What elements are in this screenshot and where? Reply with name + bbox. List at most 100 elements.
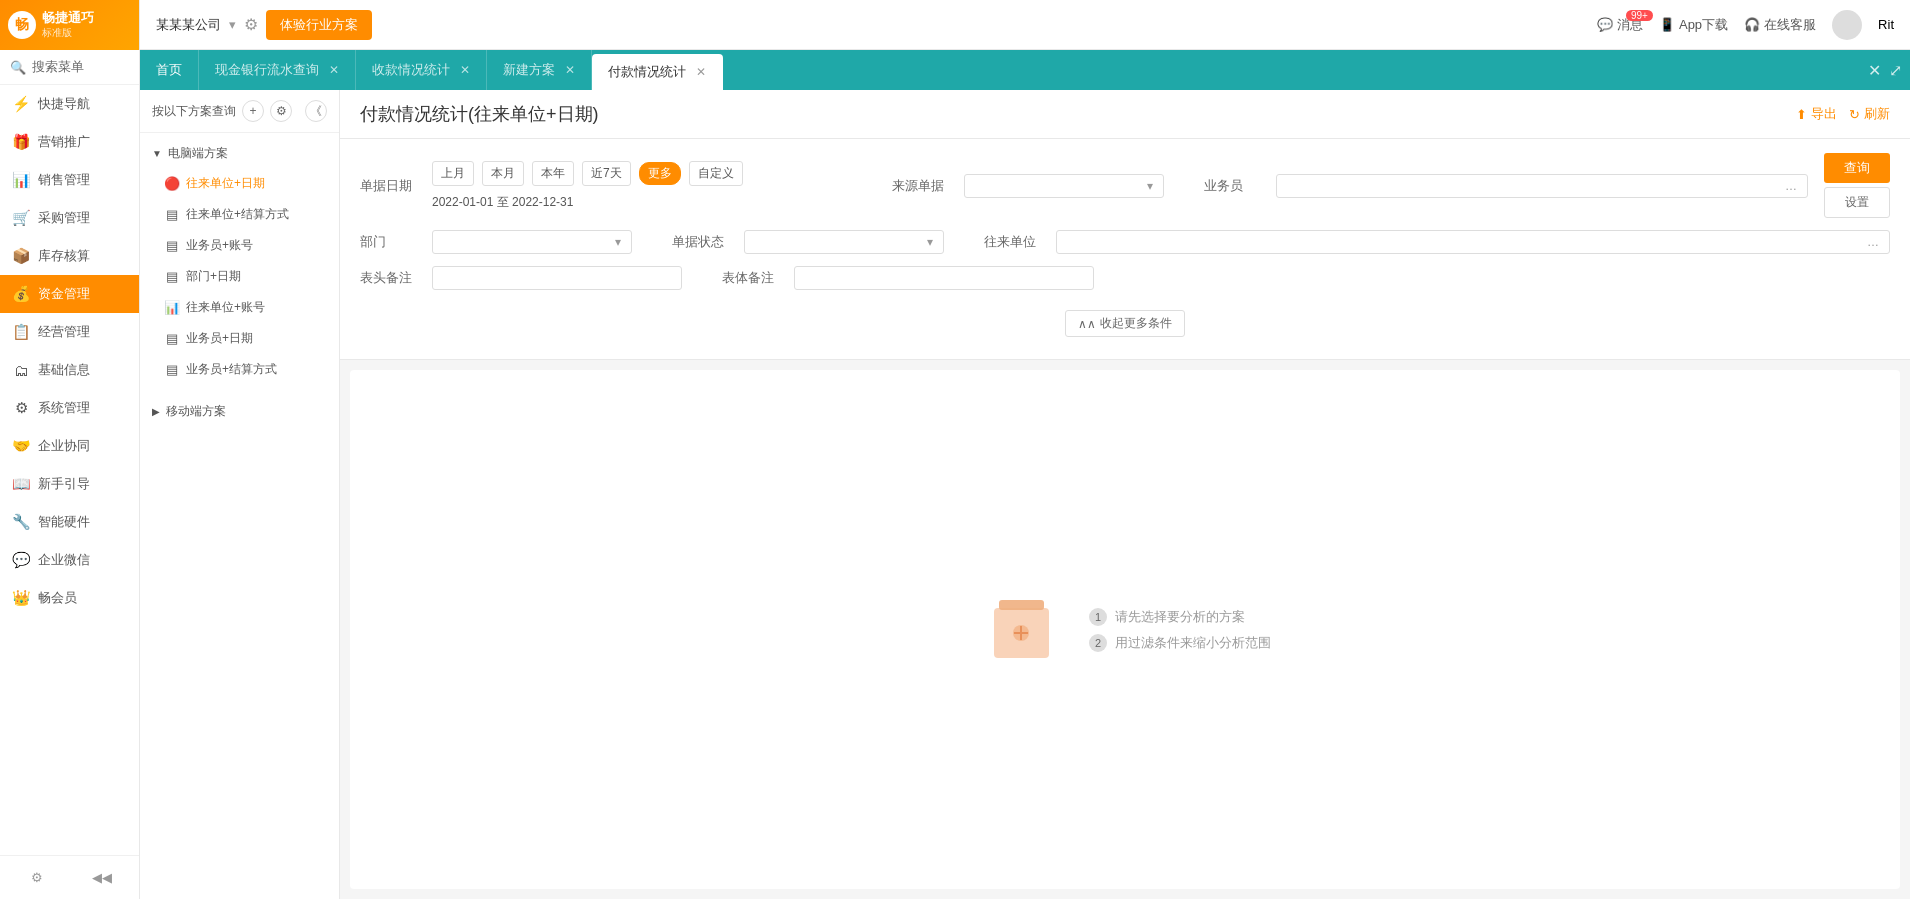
date-btn-last-month[interactable]: 上月 [432,161,474,186]
body-note-input[interactable] [794,266,1094,290]
tab-close-payout-stats[interactable]: ✕ [696,65,706,79]
tab-bank-flow[interactable]: 现金银行流水查询 ✕ [199,50,356,90]
staff-date-label: 业务员+日期 [186,330,253,347]
bill-status-arrow: ▾ [927,235,933,249]
partner-date-label: 往来单位+日期 [186,175,265,192]
system-label: 系统管理 [38,399,90,417]
scheme-item-partner-account[interactable]: 📊往来单位+账号 [140,292,339,323]
sidebar: 畅 畅捷通巧 标准版 🔍 搜索菜单 ⚡快捷导航🎁营销推广📊销售管理🛒采购管理📦库… [0,0,140,899]
scheme-item-dept-date[interactable]: ▤部门+日期 [140,261,339,292]
staff-settle-label: 业务员+结算方式 [186,361,277,378]
empty-icon [979,590,1059,670]
expand-btn[interactable]: ⤢ [1889,61,1902,80]
sidebar-nav: ⚡快捷导航🎁营销推广📊销售管理🛒采购管理📦库存核算💰资金管理📋经营管理🗂基础信息… [0,85,139,617]
tab-label-bank-flow: 现金银行流水查询 [215,61,319,79]
page-header-actions: ⬆ 导出 ↻ 刷新 [1796,105,1890,123]
tab-home[interactable]: 首页 [140,50,199,90]
tab-payout-stats[interactable]: 付款情况统计✕ [592,54,723,90]
enterprise-icon: 🤝 [12,437,30,455]
tab-label-home: 首页 [156,61,182,79]
sidebar-settings-btn[interactable]: ⚙ [8,864,66,891]
bill-status-label: 单据状态 [672,233,728,251]
filter-dates: 上月 本月 本年 近7天 更多 自定义 2022-01-01 至 2022-12… [432,161,852,211]
sidebar-item-finance[interactable]: 💰资金管理 [0,275,139,313]
tab-close-payment-stats[interactable]: ✕ [460,63,470,77]
app-download-btn[interactable]: 📱 App下载 [1659,16,1728,34]
member-label: 畅会员 [38,589,77,607]
staff-label: 业务员 [1204,177,1260,195]
topbar-settings-icon[interactable]: ⚙ [244,15,258,34]
lph-add-btn[interactable]: + [242,100,264,122]
scheme-item-partner-settle[interactable]: ▤往来单位+结算方式 [140,199,339,230]
partner-select[interactable]: … [1056,230,1890,254]
sidebar-item-purchase[interactable]: 🛒采购管理 [0,199,139,237]
sidebar-header: 畅 畅捷通巧 标准版 [0,0,139,50]
sidebar-item-quick-nav[interactable]: ⚡快捷导航 [0,85,139,123]
filter-row-1: 单据日期 上月 本月 本年 近7天 更多 自定义 2022-01-01 至 20… [360,153,1890,218]
bill-status-select[interactable]: ▾ [744,230,944,254]
filter-row-2: 部门 ▾ 单据状态 ▾ 往来单位 … [360,230,1890,254]
sidebar-collapse-btn[interactable]: ◀◀ [74,864,132,891]
dept-select[interactable]: ▾ [432,230,632,254]
tab-close-new-scheme[interactable]: ✕ [565,63,575,77]
scheme-item-partner-date[interactable]: 🔴往来单位+日期 [140,168,339,199]
export-icon: ⬆ [1796,107,1807,122]
section-label-desktop: 电脑端方案 [168,145,228,162]
section-header-desktop[interactable]: ▼电脑端方案 [140,139,339,168]
refresh-btn[interactable]: ↻ 刷新 [1849,105,1890,123]
sidebar-item-enterprise[interactable]: 🤝企业协同 [0,427,139,465]
staff-select[interactable]: … [1276,174,1808,198]
app-label: App下载 [1679,16,1728,34]
user-avatar[interactable] [1832,10,1862,40]
date-btn-custom[interactable]: 自定义 [689,161,743,186]
tab-close-bank-flow[interactable]: ✕ [329,63,339,77]
scheme-item-staff-account[interactable]: ▤业务员+账号 [140,230,339,261]
message-btn[interactable]: 💬 消息 99+ [1597,16,1643,34]
tabs-container: 首页现金银行流水查询✕收款情况统计✕新建方案✕付款情况统计✕ [140,50,723,90]
tab-payment-stats[interactable]: 收款情况统计✕ [356,50,487,90]
section-header-mobile[interactable]: ▶移动端方案 [140,397,339,426]
sidebar-item-operations[interactable]: 📋经营管理 [0,313,139,351]
lph-left: 按以下方案查询 + ⚙ [152,100,292,122]
svg-rect-1 [999,600,1044,610]
date-btn-this-month[interactable]: 本月 [482,161,524,186]
sales-icon: 📊 [12,171,30,189]
sidebar-item-guide[interactable]: 📖新手引导 [0,465,139,503]
query-btn[interactable]: 查询 [1824,153,1890,183]
topbar-dropdown-icon[interactable]: ▾ [229,17,236,32]
source-select[interactable]: ▾ [964,174,1164,198]
sidebar-item-system[interactable]: ⚙系统管理 [0,389,139,427]
sidebar-search[interactable]: 🔍 搜索菜单 [0,50,139,85]
wechat-label: 企业微信 [38,551,90,569]
collapse-label: 收起更多条件 [1100,315,1172,332]
head-note-input[interactable] [432,266,682,290]
sidebar-item-member[interactable]: 👑畅会员 [0,579,139,617]
filter-settings-btn[interactable]: 设置 [1824,187,1890,218]
lph-settings-btn[interactable]: ⚙ [270,100,292,122]
lph-collapse-btn[interactable]: 《 [305,100,327,122]
collapse-btn[interactable]: ∧∧ 收起更多条件 [1065,310,1185,337]
date-btn-more[interactable]: 更多 [639,162,681,185]
sidebar-item-sales[interactable]: 📊销售管理 [0,161,139,199]
content-area: 按以下方案查询 + ⚙ 《 ▼电脑端方案🔴往来单位+日期▤往来单位+结算方式▤业… [140,90,1910,899]
scheme-item-staff-settle[interactable]: ▤业务员+结算方式 [140,354,339,385]
sidebar-item-basic-info[interactable]: 🗂基础信息 [0,351,139,389]
empty-hint-2: 2 用过滤条件来缩小分析范围 [1089,634,1271,652]
tabbar-actions: ✕ ⤢ [1860,50,1910,90]
export-btn[interactable]: ⬆ 导出 [1796,105,1837,123]
sidebar-item-inventory[interactable]: 📦库存核算 [0,237,139,275]
company-name: 某某某公司 [156,16,221,34]
date-btn-this-year[interactable]: 本年 [532,161,574,186]
collapse-icon: ∧∧ [1078,317,1096,331]
online-service-btn[interactable]: 🎧 在线客服 [1744,16,1816,34]
partner-account-scheme-icon: 📊 [164,300,180,316]
sidebar-item-smart-hw[interactable]: 🔧智能硬件 [0,503,139,541]
tab-new-scheme[interactable]: 新建方案✕ [487,50,592,90]
sidebar-item-wechat[interactable]: 💬企业微信 [0,541,139,579]
trial-btn[interactable]: 体验行业方案 [266,10,372,40]
date-btn-7days[interactable]: 近7天 [582,161,631,186]
inventory-label: 库存核算 [38,247,90,265]
sidebar-item-marketing[interactable]: 🎁营销推广 [0,123,139,161]
close-all-btn[interactable]: ✕ [1868,61,1881,80]
scheme-item-staff-date[interactable]: ▤业务员+日期 [140,323,339,354]
